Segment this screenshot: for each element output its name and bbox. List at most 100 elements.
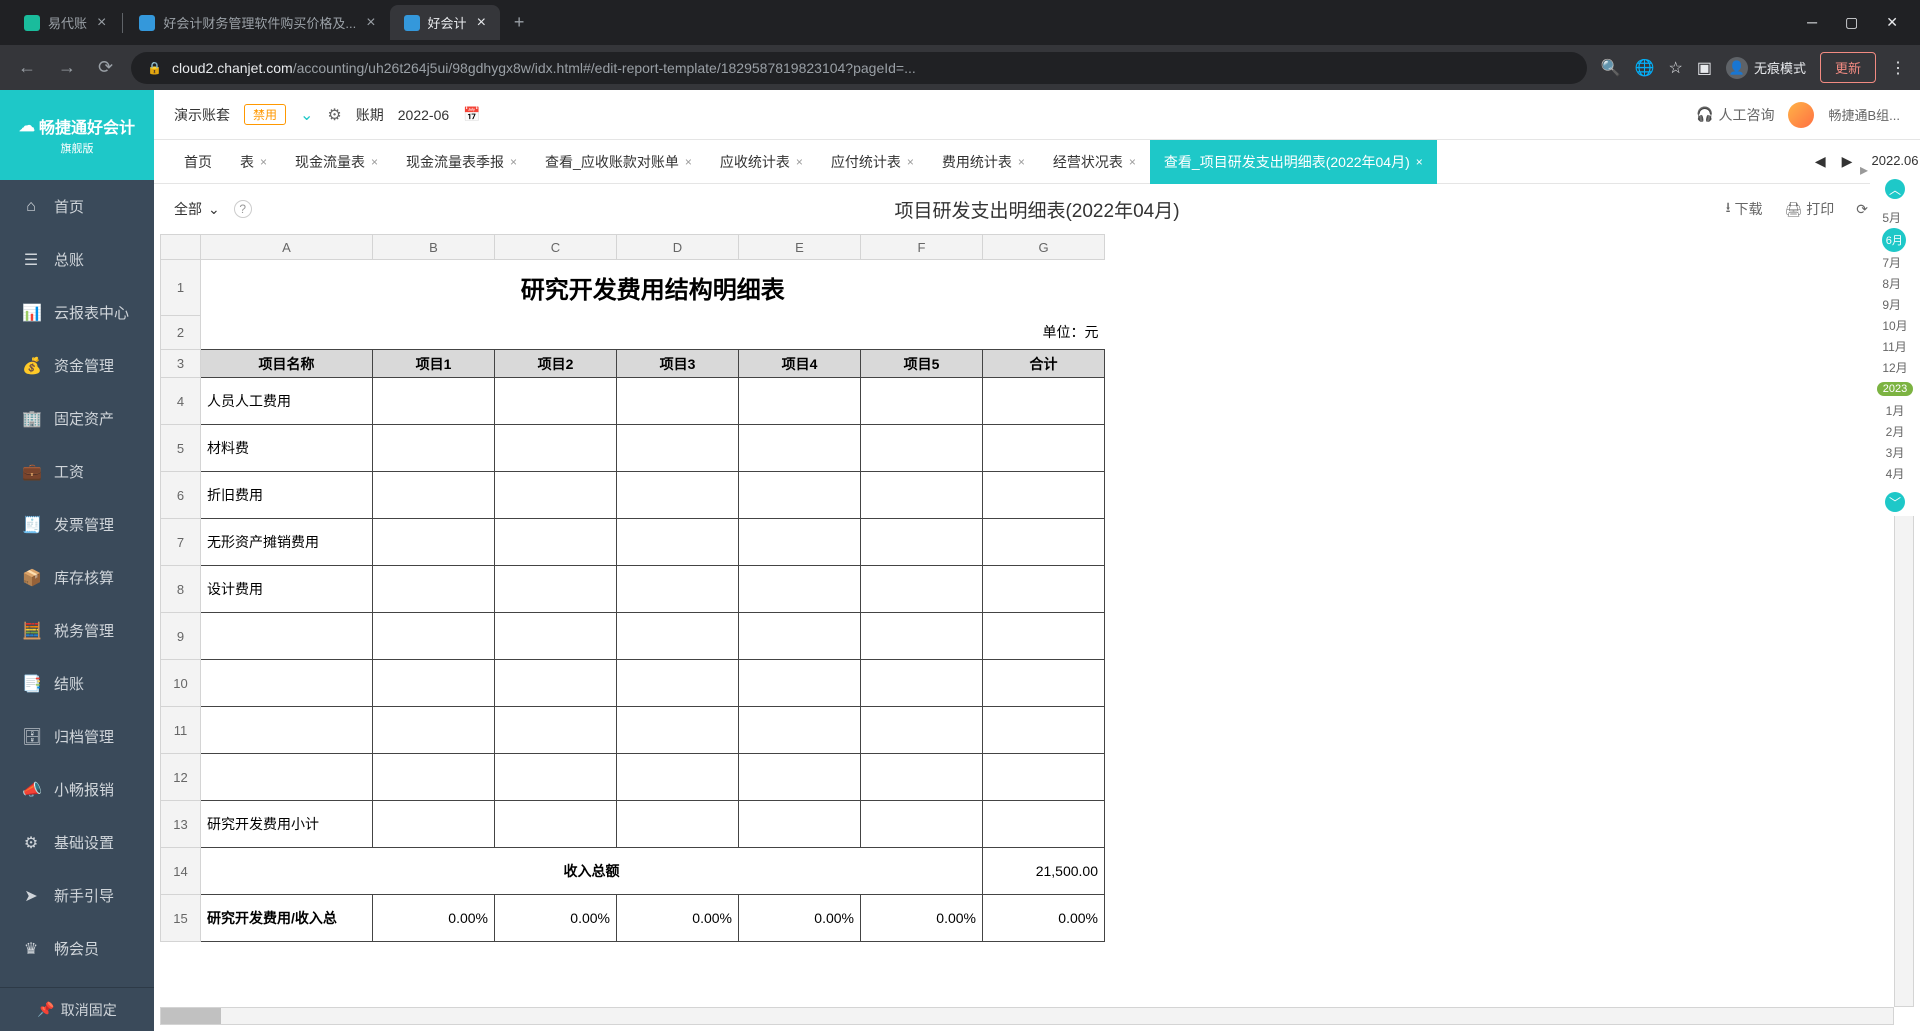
data-cell[interactable] bbox=[861, 566, 983, 613]
close-icon[interactable]: × bbox=[907, 155, 914, 169]
column-header-cell[interactable]: 项目1 bbox=[373, 350, 495, 378]
col-header[interactable]: E bbox=[739, 235, 861, 260]
data-cell[interactable] bbox=[739, 801, 861, 848]
column-header-cell[interactable]: 项目2 bbox=[495, 350, 617, 378]
close-icon[interactable]: × bbox=[796, 155, 803, 169]
sidebar-item[interactable]: 💰资金管理 bbox=[0, 339, 154, 392]
gear-icon[interactable]: ⚙ bbox=[327, 105, 341, 125]
month-item[interactable]: 2月 bbox=[1886, 421, 1905, 442]
data-cell[interactable] bbox=[373, 754, 495, 801]
close-icon[interactable]: × bbox=[1129, 155, 1136, 169]
data-cell[interactable] bbox=[617, 566, 739, 613]
sidebar-item[interactable]: ⚙基础设置 bbox=[0, 816, 154, 869]
data-cell[interactable] bbox=[373, 707, 495, 754]
row-header[interactable]: 7 bbox=[161, 519, 201, 566]
page-tab[interactable]: 现金流量表× bbox=[281, 140, 392, 184]
page-tab[interactable]: 费用统计表× bbox=[928, 140, 1039, 184]
data-cell[interactable] bbox=[617, 660, 739, 707]
browser-tab[interactable]: 易代账 × bbox=[10, 5, 120, 40]
month-item[interactable]: 1月 bbox=[1886, 400, 1905, 421]
forward-button[interactable]: → bbox=[54, 53, 80, 82]
browser-tab-active[interactable]: 好会计 × bbox=[390, 5, 500, 40]
row-header[interactable]: 13 bbox=[161, 801, 201, 848]
data-cell[interactable] bbox=[983, 519, 1105, 566]
horizontal-scrollbar[interactable] bbox=[160, 1007, 1894, 1025]
month-item[interactable]: 5月 bbox=[1882, 207, 1907, 228]
support-link[interactable]: 🎧 人工咨询 bbox=[1696, 105, 1774, 125]
data-cell[interactable] bbox=[617, 707, 739, 754]
sidebar-item[interactable]: ☰总账 bbox=[0, 233, 154, 286]
back-button[interactable]: ← bbox=[14, 53, 40, 82]
chevron-down-icon[interactable]: ⌄ bbox=[300, 105, 313, 125]
page-tab[interactable]: 经营状况表× bbox=[1039, 140, 1150, 184]
sidebar-item[interactable]: 💼工资 bbox=[0, 445, 154, 498]
month-item[interactable]: 10月 bbox=[1882, 315, 1907, 336]
row-header[interactable]: 11 bbox=[161, 707, 201, 754]
tabs-next-icon[interactable]: ▶ bbox=[1838, 149, 1857, 174]
data-cell[interactable] bbox=[983, 707, 1105, 754]
data-cell[interactable] bbox=[617, 519, 739, 566]
col-header[interactable]: G bbox=[983, 235, 1105, 260]
col-header[interactable]: F bbox=[861, 235, 983, 260]
month-up-icon[interactable]: ︿ bbox=[1885, 179, 1905, 199]
row-name-cell[interactable] bbox=[201, 660, 373, 707]
close-icon[interactable]: × bbox=[371, 155, 378, 169]
data-cell[interactable] bbox=[861, 707, 983, 754]
extension-icon[interactable]: ▣ bbox=[1697, 58, 1712, 78]
data-cell[interactable] bbox=[495, 566, 617, 613]
data-cell[interactable] bbox=[739, 378, 861, 425]
help-icon[interactable]: ? bbox=[234, 200, 252, 218]
data-cell[interactable] bbox=[617, 425, 739, 472]
income-label[interactable]: 收入总额 bbox=[201, 848, 983, 895]
close-icon[interactable]: × bbox=[510, 155, 517, 169]
avatar[interactable] bbox=[1788, 102, 1814, 128]
sidebar-item[interactable]: 🗄归档管理 bbox=[0, 710, 154, 763]
row-name-cell[interactable] bbox=[201, 754, 373, 801]
row-header[interactable]: 6 bbox=[161, 472, 201, 519]
ratio-cell[interactable]: 0.00% bbox=[617, 895, 739, 942]
data-cell[interactable] bbox=[983, 660, 1105, 707]
data-cell[interactable] bbox=[739, 425, 861, 472]
ratio-cell[interactable]: 0.00% bbox=[861, 895, 983, 942]
row-header[interactable]: 8 bbox=[161, 566, 201, 613]
column-header-cell[interactable]: 项目名称 bbox=[201, 350, 373, 378]
data-cell[interactable] bbox=[495, 801, 617, 848]
data-cell[interactable] bbox=[373, 566, 495, 613]
ratio-cell[interactable]: 0.00% bbox=[373, 895, 495, 942]
row-header[interactable]: 12 bbox=[161, 754, 201, 801]
data-cell[interactable] bbox=[983, 378, 1105, 425]
ratio-cell[interactable]: 0.00% bbox=[495, 895, 617, 942]
data-cell[interactable] bbox=[373, 613, 495, 660]
data-cell[interactable] bbox=[617, 754, 739, 801]
calendar-icon[interactable]: 📅 bbox=[463, 106, 480, 123]
col-header[interactable]: D bbox=[617, 235, 739, 260]
data-cell[interactable] bbox=[739, 519, 861, 566]
filter-dropdown[interactable]: 全部 ⌄ bbox=[174, 199, 220, 219]
close-icon[interactable]: × bbox=[685, 155, 692, 169]
col-header[interactable]: A bbox=[201, 235, 373, 260]
page-tab[interactable]: 现金流量表季报× bbox=[392, 140, 531, 184]
data-cell[interactable] bbox=[739, 660, 861, 707]
row-name-cell[interactable] bbox=[201, 707, 373, 754]
row-name-cell[interactable]: 折旧费用 bbox=[201, 472, 373, 519]
data-cell[interactable] bbox=[495, 425, 617, 472]
month-item[interactable]: 4月 bbox=[1886, 463, 1905, 484]
sidebar-item[interactable]: 📦库存核算 bbox=[0, 551, 154, 604]
column-header-cell[interactable]: 合计 bbox=[983, 350, 1105, 378]
data-cell[interactable] bbox=[495, 613, 617, 660]
month-item[interactable]: 8月 bbox=[1882, 273, 1907, 294]
data-cell[interactable] bbox=[495, 660, 617, 707]
column-header-cell[interactable]: 项目3 bbox=[617, 350, 739, 378]
data-cell[interactable] bbox=[495, 707, 617, 754]
sidebar-logo[interactable]: ☁畅捷通好会计 旗舰版 bbox=[0, 90, 154, 180]
month-item[interactable]: 11月 bbox=[1882, 336, 1907, 357]
maximize-icon[interactable]: ▢ bbox=[1845, 14, 1858, 31]
data-cell[interactable] bbox=[983, 613, 1105, 660]
month-item[interactable]: 9月 bbox=[1882, 294, 1907, 315]
minimize-icon[interactable]: ─ bbox=[1807, 14, 1817, 31]
data-cell[interactable] bbox=[983, 566, 1105, 613]
data-cell[interactable] bbox=[861, 660, 983, 707]
page-tab[interactable]: 应付统计表× bbox=[817, 140, 928, 184]
data-cell[interactable] bbox=[983, 801, 1105, 848]
new-tab-button[interactable]: + bbox=[500, 12, 539, 33]
